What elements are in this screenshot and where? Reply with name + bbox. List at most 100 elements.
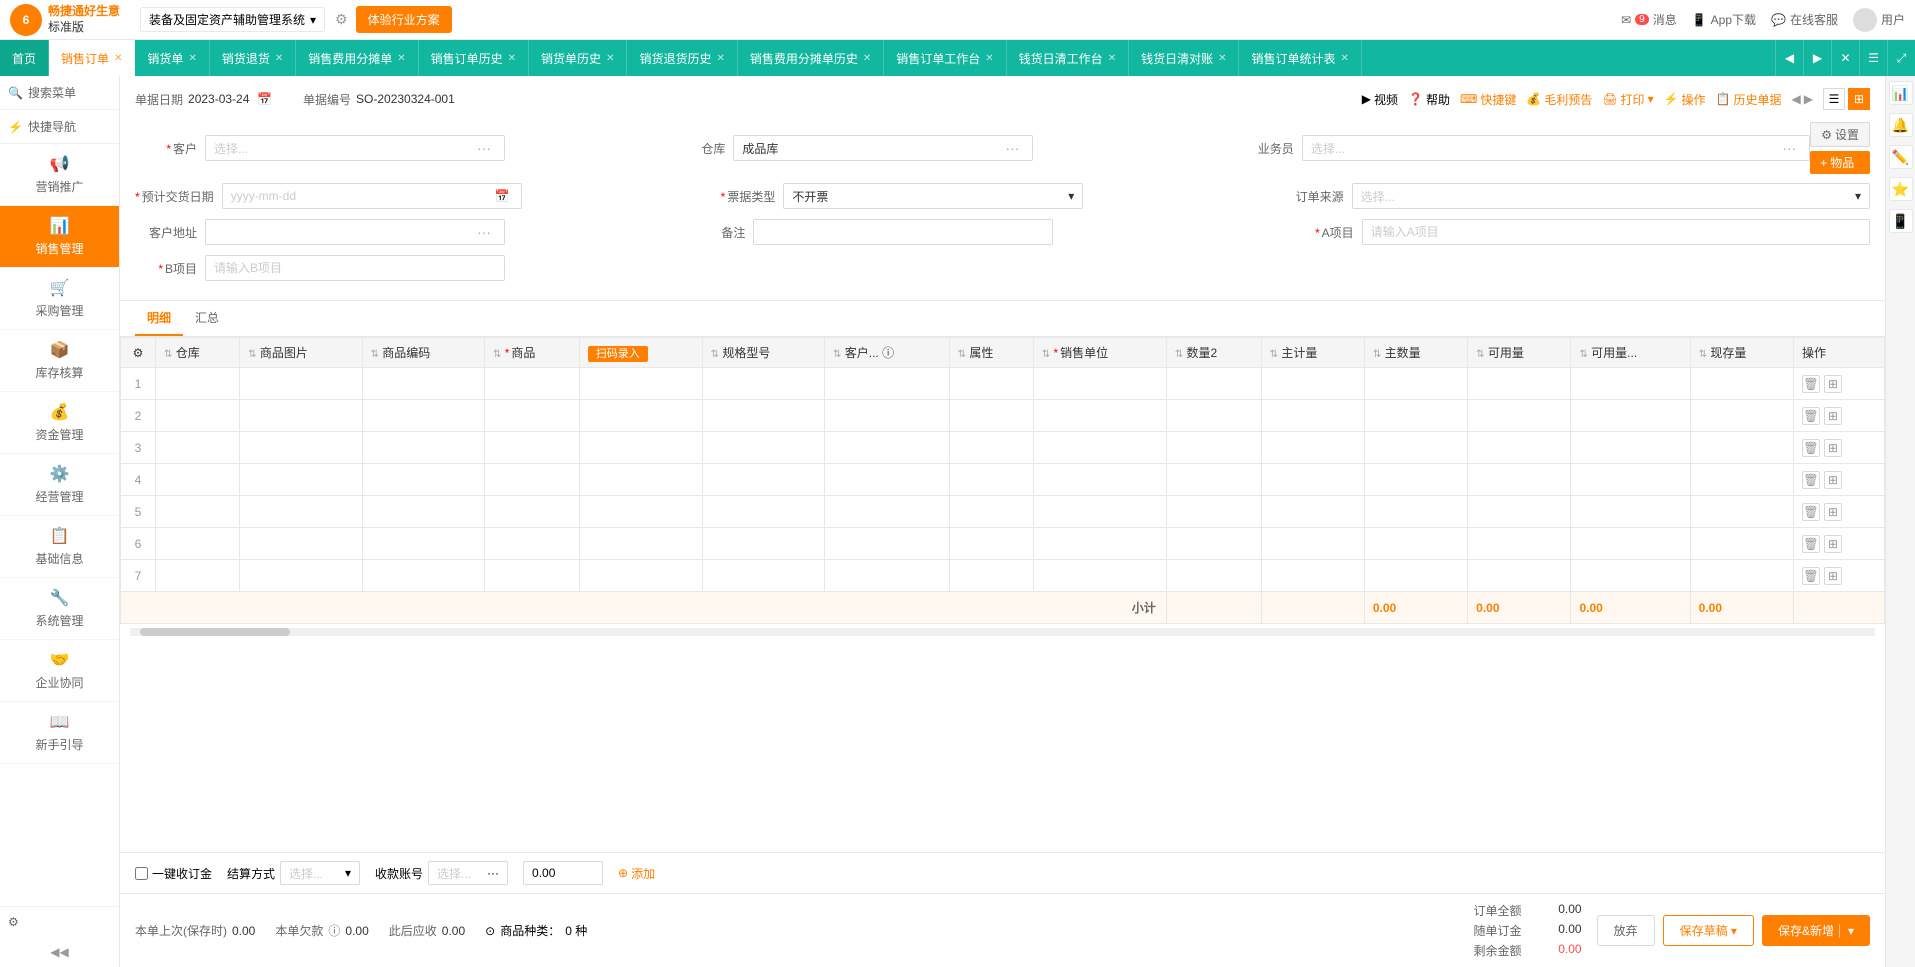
discard-btn[interactable]: 放弃 <box>1597 915 1655 946</box>
save-draft-dropdown-icon[interactable]: ▾ <box>1731 924 1737 938</box>
customer-input[interactable]: 选择... ··· <box>205 135 505 161</box>
b-project-input[interactable]: 请输入B项目 <box>205 255 505 281</box>
copy-row-btn-2[interactable]: ⊞ <box>1824 407 1842 425</box>
close-tab-icon[interactable]: ✕ <box>188 53 196 64</box>
sidebar-collapse-btn[interactable]: ◀◀ <box>0 937 119 967</box>
close-tab-icon[interactable]: ✕ <box>985 53 993 64</box>
sidebar-item-system[interactable]: 🔧 系统管理 <box>0 578 119 640</box>
sidebar-settings-btn[interactable]: ⚙ <box>0 906 119 937</box>
add-product-btn[interactable]: + 物品 <box>1810 151 1870 174</box>
customer-more-icon[interactable]: ··· <box>472 140 496 156</box>
tab-expense-history[interactable]: 销售费用分摊单历史 ✕ <box>738 40 884 76</box>
row-warehouse[interactable] <box>156 368 240 400</box>
a-project-input[interactable]: 请输入A项目 <box>1362 219 1870 245</box>
close-tab-icon[interactable]: ✕ <box>1218 53 1226 64</box>
salesperson-input[interactable]: 选择... ··· <box>1302 135 1810 161</box>
delete-row-btn-4[interactable]: 🗑 <box>1802 471 1820 489</box>
row-available2[interactable] <box>1571 368 1690 400</box>
close-tab-icon[interactable]: ✕ <box>1341 53 1349 64</box>
video-help-btn[interactable]: ▶ 视频 <box>1362 91 1398 108</box>
nav-next-btn[interactable]: ▶ <box>1803 40 1831 76</box>
row-available[interactable] <box>1468 368 1571 400</box>
row-customer-code[interactable] <box>825 368 950 400</box>
sidebar-item-purchase[interactable]: 🛒 采购管理 <box>0 268 119 330</box>
warehouse-input[interactable]: 成品库 ··· <box>733 135 1033 161</box>
tab-home[interactable]: 首页 <box>0 40 49 76</box>
order-source-select[interactable]: 选择... ▾ <box>1352 183 1870 209</box>
close-tab-icon[interactable]: ✕ <box>397 53 405 64</box>
address-more-icon[interactable]: ··· <box>472 224 496 240</box>
nav-expand-btn[interactable]: ⤢ <box>1887 40 1915 76</box>
sidebar-item-finance[interactable]: 💰 资金管理 <box>0 392 119 454</box>
save-new-btn[interactable]: 保存&新增 ▾ <box>1762 915 1870 946</box>
row-main-unit[interactable] <box>1261 368 1364 400</box>
close-tab-icon[interactable]: ✕ <box>716 53 724 64</box>
nav-next-icon[interactable]: ▶ <box>1804 92 1813 106</box>
sidebar-item-marketing[interactable]: 📢 营销推广 <box>0 144 119 206</box>
system-selector[interactable]: 装备及固定资产辅助管理系统 ▾ <box>140 7 325 32</box>
row-qty2[interactable] <box>1166 368 1261 400</box>
app-download-btn[interactable]: 📱 App下载 <box>1692 11 1756 28</box>
col-settings[interactable]: ⚙ <box>121 338 156 368</box>
shortcut-btn[interactable]: ⌨ 快捷键 <box>1460 91 1516 108</box>
nav-close-btn[interactable]: ✕ <box>1831 40 1859 76</box>
nav-prev-icon[interactable]: ◀ <box>1792 92 1801 106</box>
tab-return-history[interactable]: 销货退货历史 ✕ <box>627 40 737 76</box>
delete-row-btn-6[interactable]: 🗑 <box>1802 535 1820 553</box>
sidebar-item-basic[interactable]: 📋 基础信息 <box>0 516 119 578</box>
operation-btn[interactable]: ⚡ 操作 <box>1664 91 1706 108</box>
row-scan[interactable] <box>579 368 702 400</box>
tab-order-history[interactable]: 销售订单历史 ✕ <box>419 40 529 76</box>
warehouse-more-icon[interactable]: ··· <box>1000 140 1024 156</box>
tab-order-workbench[interactable]: 销售订单工作台 ✕ <box>884 40 1006 76</box>
delete-row-btn[interactable]: 🗑 <box>1802 375 1820 393</box>
row-main-qty[interactable] <box>1364 368 1467 400</box>
row-attribute[interactable] <box>949 368 1033 400</box>
copy-row-btn-3[interactable]: ⊞ <box>1824 439 1842 457</box>
close-tab-icon[interactable]: ✕ <box>114 53 122 64</box>
row-unit[interactable] <box>1033 368 1166 400</box>
tab-sales-invoice[interactable]: 销货单 ✕ <box>135 40 209 76</box>
scroll-thumb[interactable] <box>140 628 290 636</box>
copy-row-btn-7[interactable]: ⊞ <box>1824 567 1842 585</box>
quick-settle-checkbox[interactable]: 一键收订金 <box>135 865 212 882</box>
calendar-icon[interactable]: 📅 <box>254 92 275 106</box>
right-panel-edit-btn[interactable]: ✏️ <box>1889 145 1913 169</box>
tab-detail[interactable]: 明细 <box>135 301 183 336</box>
nav-menu-btn[interactable]: ☰ <box>1859 40 1887 76</box>
list-view-btn[interactable]: ☰ <box>1823 88 1845 110</box>
sidebar-item-sales[interactable]: 📊 销售管理 <box>0 206 119 268</box>
close-tab-icon[interactable]: ✕ <box>863 53 871 64</box>
sidebar-quick-nav[interactable]: ⚡ 快捷导航 <box>0 110 119 144</box>
right-panel-bell-btn[interactable]: 🔔 <box>1889 113 1913 137</box>
user-avatar[interactable]: 用户 <box>1853 8 1905 32</box>
delete-row-btn-3[interactable]: 🗑 <box>1802 439 1820 457</box>
add-settle-btn[interactable]: ⊕ 添加 <box>618 865 655 882</box>
row-product[interactable] <box>484 368 579 400</box>
scrollbar-area[interactable] <box>120 624 1885 640</box>
tab-stats[interactable]: 销售订单统计表 ✕ <box>1239 40 1361 76</box>
receipt-more-icon[interactable]: ··· <box>487 866 499 880</box>
history-order-btn[interactable]: 📋 历史单据 <box>1716 91 1782 108</box>
delivery-calendar-icon[interactable]: 📅 <box>492 189 513 203</box>
tab-sales-return[interactable]: 销货退货 ✕ <box>210 40 296 76</box>
tab-summary[interactable]: 汇总 <box>183 301 231 336</box>
row-image[interactable] <box>240 368 362 400</box>
save-draft-btn[interactable]: 保存草稿 ▾ <box>1663 915 1754 946</box>
nav-prev-btn[interactable]: ◀ <box>1775 40 1803 76</box>
settle-method-select[interactable]: 选择... ▾ <box>280 861 360 885</box>
profit-forecast-btn[interactable]: 💰 毛利预告 <box>1526 91 1592 108</box>
setup-btn[interactable]: ⚙ 放弃 设置 <box>1810 122 1870 147</box>
save-new-dropdown-icon[interactable]: ▾ <box>1839 924 1854 938</box>
right-panel-star-btn[interactable]: ⭐ <box>1889 177 1913 201</box>
salesperson-more-icon[interactable]: ··· <box>1777 140 1801 156</box>
note-input[interactable] <box>753 219 1053 245</box>
close-tab-icon[interactable]: ✕ <box>275 53 283 64</box>
scroll-track[interactable] <box>130 628 1875 636</box>
copy-row-btn-5[interactable]: ⊞ <box>1824 503 1842 521</box>
row-stock[interactable] <box>1690 368 1793 400</box>
delete-row-btn-2[interactable]: 🗑 <box>1802 407 1820 425</box>
scan-btn[interactable]: 扫码录入 <box>588 346 648 362</box>
close-tab-icon[interactable]: ✕ <box>1108 53 1116 64</box>
right-panel-chart-btn[interactable]: 📊 <box>1889 81 1913 105</box>
